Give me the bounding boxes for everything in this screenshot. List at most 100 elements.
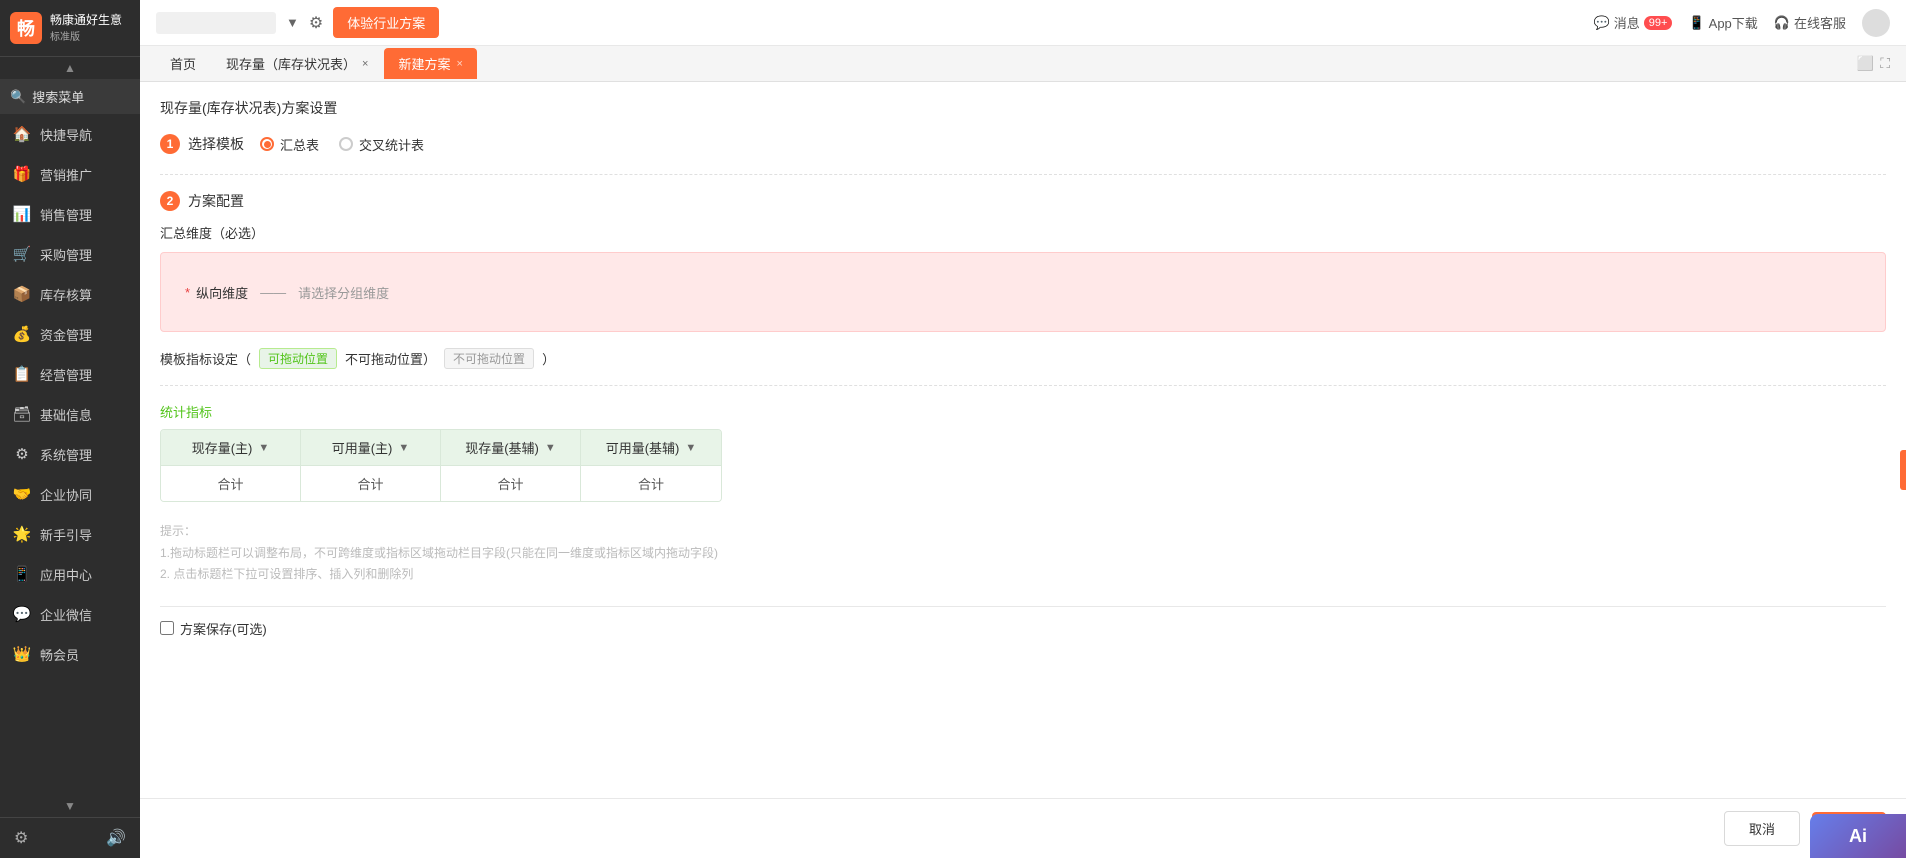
indicator-close-paren: ） — [542, 349, 555, 368]
sidebar-search-label: 搜索菜单 — [32, 87, 84, 106]
sidebar-item-operations[interactable]: 📋 经营管理 — [0, 354, 140, 394]
sidebar-item-quick-nav[interactable]: 🏠 快捷导航 — [0, 114, 140, 154]
sidebar-item-wechat[interactable]: 💬 企业微信 — [0, 594, 140, 634]
phone-icon: 📱 — [12, 564, 32, 584]
topbar-avatar[interactable] — [1862, 9, 1890, 37]
radio-cross[interactable]: 交叉统计表 — [339, 135, 424, 154]
topbar-message-label: 消息 — [1614, 13, 1640, 32]
stats-section-label: 统计指标 — [160, 402, 1886, 421]
save-checkbox[interactable] — [160, 621, 174, 635]
settings-icon[interactable]: ⚙ — [14, 828, 28, 848]
stats-col-0-dropdown[interactable]: ▼ — [258, 442, 269, 454]
right-edge-handle[interactable] — [1900, 450, 1906, 490]
sidebar-item-enterprise[interactable]: 🤝 企业协同 — [0, 474, 140, 514]
headset-icon: 🎧 — [1774, 15, 1790, 31]
radio-summary[interactable]: 汇总表 — [260, 135, 319, 154]
topbar-industry-btn[interactable]: 体验行业方案 — [333, 7, 439, 38]
step2-badge: 2 — [160, 191, 180, 211]
money-icon: 💰 — [12, 324, 32, 344]
step1-badge: 1 — [160, 134, 180, 154]
speaker-icon[interactable]: 🔊 — [106, 828, 126, 848]
sidebar-item-label: 企业协同 — [40, 485, 92, 504]
sidebar-item-guide[interactable]: 🌟 新手引导 — [0, 514, 140, 554]
topbar: ▼ ⚙ 体验行业方案 💬 消息 99+ 📱 App下载 🎧 在线客服 — [140, 0, 1906, 46]
topbar-search-input[interactable] — [156, 12, 276, 34]
sidebar-item-finance[interactable]: 💰 资金管理 — [0, 314, 140, 354]
sidebar-item-member[interactable]: 👑 畅会员 — [0, 634, 140, 674]
sidebar-item-purchase[interactable]: 🛒 采购管理 — [0, 234, 140, 274]
tab-expand-btn[interactable]: ⛶ — [1880, 55, 1890, 72]
sidebar-search[interactable]: 🔍 搜索菜单 — [0, 79, 140, 114]
tabbar: 首页 现存量（库存状况表） × 新建方案 × ⬜ ⛶ — [140, 46, 1906, 82]
sidebar-item-label: 采购管理 — [40, 245, 92, 264]
tab-new-scheme-close-icon[interactable]: × — [456, 58, 462, 70]
sidebar-scroll-up[interactable]: ▲ — [0, 57, 140, 79]
stats-col-1-dropdown[interactable]: ▼ — [398, 442, 409, 454]
required-mark: * — [185, 285, 190, 300]
stats-data-0-label: 合计 — [217, 474, 243, 493]
tab-home-label: 首页 — [170, 54, 196, 73]
dimension-area[interactable]: * 纵向维度 —— 请选择分组维度 — [160, 252, 1886, 332]
main-wrapper: ▼ ⚙ 体验行业方案 💬 消息 99+ 📱 App下载 🎧 在线客服 首页 — [140, 0, 1906, 858]
tab-home[interactable]: 首页 — [156, 48, 210, 79]
sidebar-item-basic-info[interactable]: 🗃 基础信息 — [0, 394, 140, 434]
stats-data-col-1: 合计 — [301, 465, 441, 501]
topbar-message[interactable]: 💬 消息 99+ — [1594, 13, 1673, 32]
sidebar-item-label: 快捷导航 — [40, 125, 92, 144]
app-logo-icon: 畅 — [10, 12, 42, 44]
topbar-online-service[interactable]: 🎧 在线客服 — [1774, 13, 1846, 32]
dimension-field-label: 纵向维度 — [196, 283, 248, 302]
stats-data-3-label: 合计 — [638, 474, 664, 493]
home-icon: 🏠 — [12, 124, 32, 144]
sidebar-item-system[interactable]: ⚙ 系统管理 — [0, 434, 140, 474]
sidebar-bottom: ⚙ 🔊 — [0, 817, 140, 858]
indicator-movable-tag: 可拖动位置 — [259, 348, 337, 369]
sidebar-item-marketing[interactable]: 🎁 营销推广 — [0, 154, 140, 194]
sidebar-logo: 畅 畅康通好生意 标准版 — [0, 0, 140, 57]
stats-data-col-0: 合计 — [161, 465, 301, 501]
stats-col-2-dropdown[interactable]: ▼ — [545, 442, 556, 454]
tab-collapse-btn[interactable]: ⬜ — [1857, 55, 1874, 72]
topbar-service-label: 在线客服 — [1794, 13, 1846, 32]
sidebar-item-label: 基础信息 — [40, 405, 92, 424]
radio-cross-label: 交叉统计表 — [359, 135, 424, 154]
sidebar-item-inventory[interactable]: 📦 库存核算 — [0, 274, 140, 314]
radio-summary-circle — [260, 137, 274, 151]
ai-badge[interactable]: Ai — [1810, 814, 1906, 858]
sidebar-scroll-down[interactable]: ▼ — [0, 795, 140, 817]
app-edition: 标准版 — [50, 28, 122, 43]
stats-header-row: 现存量(主) ▼ 可用量(主) ▼ 现存量(基辅) ▼ — [161, 430, 721, 465]
tips-title: 提示： — [160, 524, 196, 538]
tab-inventory-close-icon[interactable]: × — [362, 58, 368, 70]
tab-inventory-label: 现存量（库存状况表） — [226, 54, 356, 73]
message-icon: 💬 — [1594, 15, 1610, 31]
radio-group-template: 汇总表 交叉统计表 — [260, 135, 424, 154]
stats-header-col-0[interactable]: 现存量(主) ▼ — [161, 430, 301, 465]
stats-data-col-3: 合计 — [581, 465, 721, 501]
chart-icon: 📊 — [12, 204, 32, 224]
cancel-button[interactable]: 取消 — [1724, 811, 1800, 846]
save-section: 方案保存(可选) — [160, 606, 1886, 638]
stats-header-col-2[interactable]: 现存量(基辅) ▼ — [441, 430, 581, 465]
sidebar-item-sales[interactable]: 📊 销售管理 — [0, 194, 140, 234]
sidebar-item-label: 营销推广 — [40, 165, 92, 184]
crown-icon: 👑 — [12, 644, 32, 664]
stats-data-row: 合计 合计 合计 合计 — [161, 465, 721, 501]
chat-icon: 💬 — [12, 604, 32, 624]
app-name: 畅康通好生意 — [50, 13, 122, 29]
stats-data-2-label: 合计 — [497, 474, 523, 493]
topbar-app-download[interactable]: 📱 App下载 — [1688, 13, 1757, 32]
tab-new-scheme[interactable]: 新建方案 × — [384, 48, 476, 79]
box-icon: 📦 — [12, 284, 32, 304]
tab-inventory-status[interactable]: 现存量（库存状况表） × — [212, 48, 382, 79]
indicator-settings-label: 模板指标设定（ — [160, 349, 251, 368]
stats-data-1-label: 合计 — [357, 474, 383, 493]
radio-summary-label: 汇总表 — [280, 135, 319, 154]
sidebar-item-app-center[interactable]: 📱 应用中心 — [0, 554, 140, 594]
sidebar-item-label: 销售管理 — [40, 205, 92, 224]
stats-col-3-dropdown[interactable]: ▼ — [685, 442, 696, 454]
topbar-gear-icon[interactable]: ⚙ — [309, 13, 323, 33]
stats-header-col-3[interactable]: 可用量(基辅) ▼ — [581, 430, 721, 465]
stats-header-col-1[interactable]: 可用量(主) ▼ — [301, 430, 441, 465]
topbar-dropdown-btn[interactable]: ▼ — [286, 15, 299, 30]
